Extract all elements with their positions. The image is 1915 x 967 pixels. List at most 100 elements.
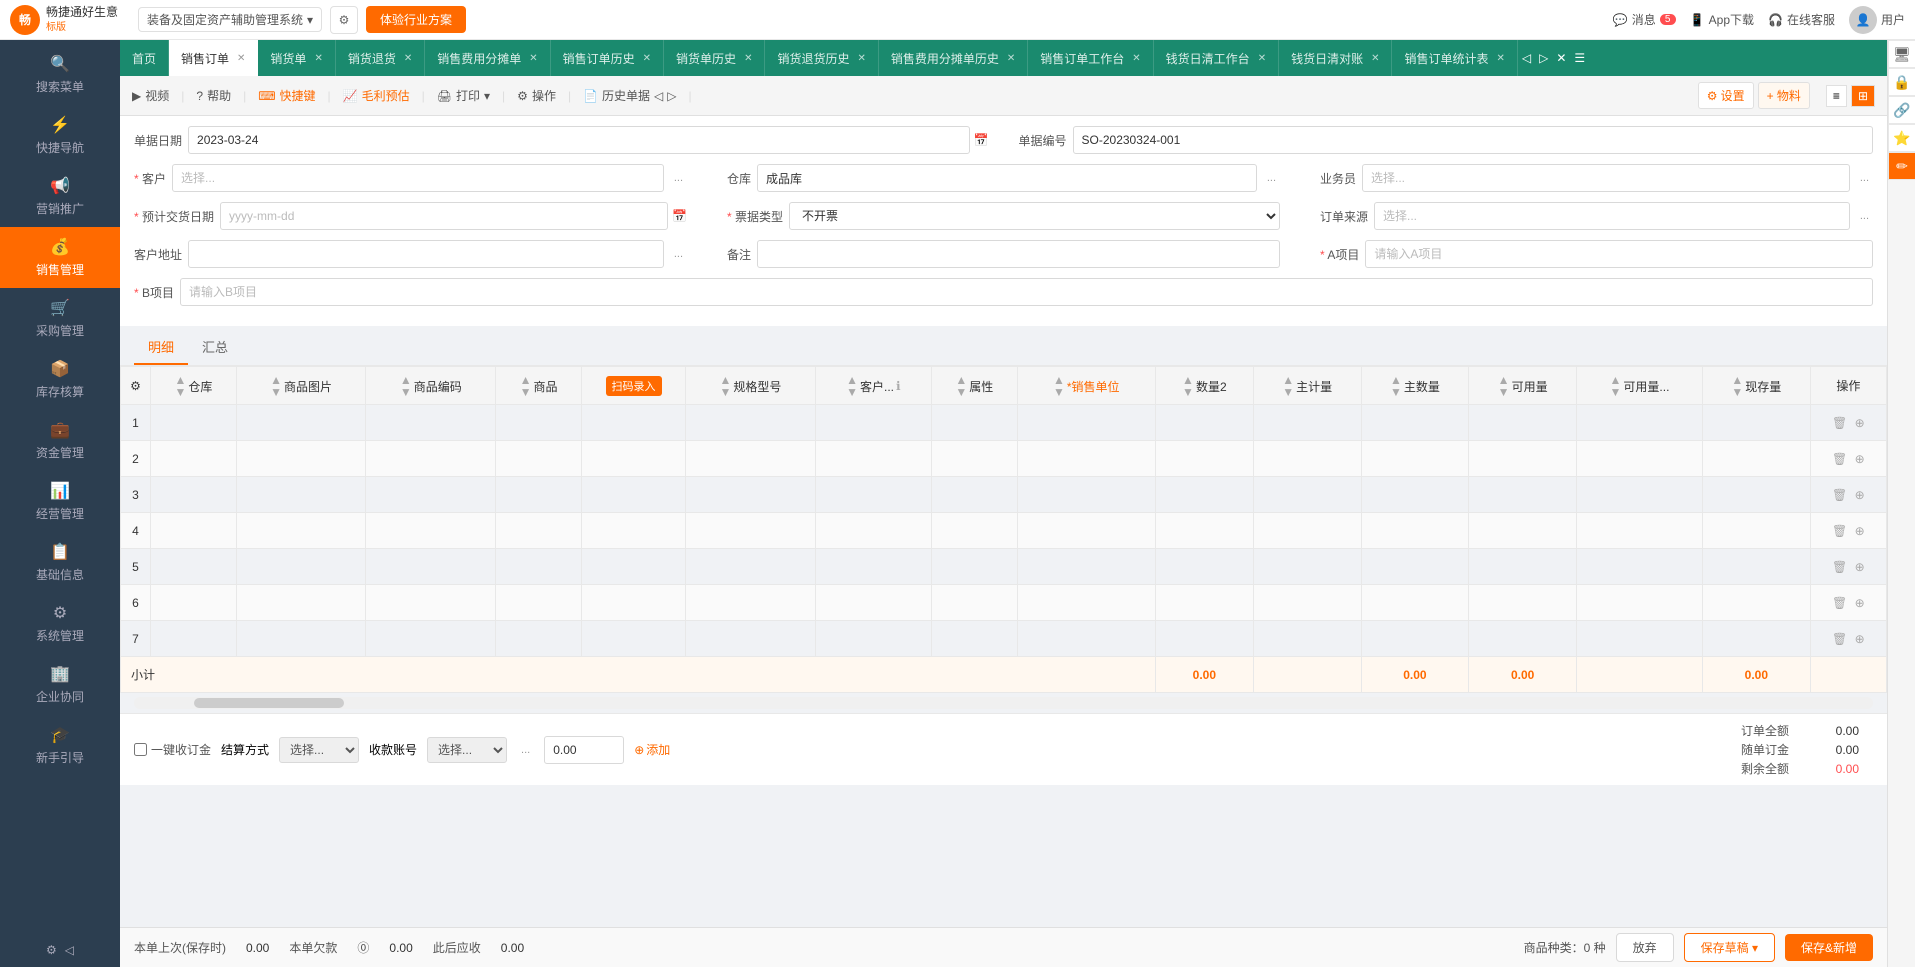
row-available-qty[interactable] xyxy=(1469,585,1577,621)
row-product-image[interactable] xyxy=(236,549,366,585)
sidebar-item-inventory[interactable]: 📦 库存核算 xyxy=(0,349,120,410)
right-icon-4[interactable]: ⭐ xyxy=(1888,124,1915,152)
tab-close-icon[interactable]: ✕ xyxy=(237,53,245,64)
copy-icon[interactable]: ⊕ xyxy=(1855,416,1865,430)
account-select[interactable]: 选择... xyxy=(427,737,507,763)
history-nav-left[interactable]: ◁ xyxy=(654,89,663,103)
row-qty2[interactable] xyxy=(1155,441,1253,477)
row-customer-code[interactable] xyxy=(815,441,931,477)
sidebar-item-purchase[interactable]: 🛒 采购管理 xyxy=(0,288,120,349)
row-main-unit[interactable] xyxy=(1253,549,1361,585)
delete-icon[interactable]: 🗑 xyxy=(1832,524,1847,538)
row-available-qty[interactable] xyxy=(1469,513,1577,549)
row-product[interactable] xyxy=(496,621,582,657)
th-settings[interactable]: ⚙ xyxy=(121,367,151,405)
order-source-more-icon[interactable]: ... xyxy=(1856,210,1873,222)
right-icon-3[interactable]: 🔗 xyxy=(1888,96,1915,124)
row-attribute[interactable] xyxy=(931,441,1017,477)
row-product-image[interactable] xyxy=(236,477,366,513)
message-icon[interactable]: 💬 消息 5 xyxy=(1613,11,1676,28)
system-selector[interactable]: 装备及固定资产辅助管理系统 ▾ xyxy=(138,7,322,32)
b-project-input[interactable] xyxy=(180,278,1873,306)
add-button[interactable]: ⊕ 添加 xyxy=(634,741,670,758)
tab-sales-return-history[interactable]: 销货退货历史 ✕ xyxy=(765,40,878,76)
th-main-qty[interactable]: ▲▼ 主数量 xyxy=(1361,367,1469,405)
settings-icon[interactable]: ⚙ xyxy=(330,6,358,34)
delete-icon[interactable]: 🗑 xyxy=(1832,632,1847,646)
row-main-unit[interactable] xyxy=(1253,477,1361,513)
th-spec[interactable]: ▲▼ 规格型号 xyxy=(686,367,816,405)
order-source-input[interactable] xyxy=(1374,202,1850,230)
delete-icon[interactable]: 🗑 xyxy=(1832,488,1847,502)
row-warehouse[interactable] xyxy=(151,405,237,441)
detail-tab-detail[interactable]: 明细 xyxy=(134,330,188,365)
tab-close-all[interactable]: ✕ xyxy=(1552,51,1570,65)
sidebar-item-marketing[interactable]: 📢 营销推广 xyxy=(0,166,120,227)
row-available-more[interactable] xyxy=(1576,441,1702,477)
row-available-qty[interactable] xyxy=(1469,549,1577,585)
row-qty2[interactable] xyxy=(1155,513,1253,549)
delete-icon[interactable]: 🗑 xyxy=(1832,560,1847,574)
pay-method-select[interactable]: 选择... xyxy=(279,737,359,763)
account-more-icon[interactable]: ... xyxy=(517,744,534,756)
copy-icon[interactable]: ⊕ xyxy=(1855,632,1865,646)
quick-order-input[interactable] xyxy=(134,743,147,756)
row-available-qty[interactable] xyxy=(1469,621,1577,657)
row-product-code[interactable] xyxy=(366,477,496,513)
horizontal-scrollbar[interactable] xyxy=(134,697,1873,709)
row-current-qty[interactable] xyxy=(1703,441,1811,477)
th-qty2[interactable]: ▲▼ 数量2 xyxy=(1155,367,1253,405)
tab-sales-bill-history[interactable]: 销货单历史 ✕ xyxy=(664,40,765,76)
th-scan[interactable]: 扫码录入 xyxy=(581,367,685,405)
th-sales-unit[interactable]: ▲▼ *销售单位 xyxy=(1017,367,1155,405)
tab-close-icon[interactable]: ✕ xyxy=(643,53,651,64)
row-available-more[interactable] xyxy=(1576,405,1702,441)
row-sales-unit[interactable] xyxy=(1017,441,1155,477)
row-customer-code[interactable] xyxy=(815,513,931,549)
sidebar-item-finance[interactable]: 💼 资金管理 xyxy=(0,410,120,471)
tab-close-icon[interactable]: ✕ xyxy=(857,53,865,64)
tab-close-icon[interactable]: ✕ xyxy=(1258,53,1266,64)
row-product-image[interactable] xyxy=(236,441,366,477)
row-sales-unit[interactable] xyxy=(1017,549,1155,585)
th-current-qty[interactable]: ▲▼ 现存量 xyxy=(1703,367,1811,405)
row-qty2[interactable] xyxy=(1155,585,1253,621)
row-sales-unit[interactable] xyxy=(1017,405,1155,441)
row-customer-code[interactable] xyxy=(815,621,931,657)
row-main-unit[interactable] xyxy=(1253,405,1361,441)
row-main-qty[interactable] xyxy=(1361,585,1469,621)
tab-close-icon[interactable]: ✕ xyxy=(1371,53,1379,64)
industry-button[interactable]: 体验行业方案 xyxy=(366,6,466,33)
print-toolbar-item[interactable]: 🖨 打印 ▾ xyxy=(437,87,490,104)
row-available-qty[interactable] xyxy=(1469,441,1577,477)
copy-icon[interactable]: ⊕ xyxy=(1855,560,1865,574)
delivery-calendar-icon[interactable]: 📅 xyxy=(672,209,687,223)
row-main-unit[interactable] xyxy=(1253,441,1361,477)
row-warehouse[interactable] xyxy=(151,549,237,585)
user-icon[interactable]: 👤 用户 xyxy=(1849,6,1905,34)
tab-close-icon[interactable]: ✕ xyxy=(1132,53,1140,64)
app-download-icon[interactable]: 📱 App下载 xyxy=(1690,11,1754,28)
copy-icon[interactable]: ⊕ xyxy=(1855,452,1865,466)
tab-sales-workbench[interactable]: 销售订单工作台 ✕ xyxy=(1028,40,1153,76)
copy-icon[interactable]: ⊕ xyxy=(1855,596,1865,610)
row-current-qty[interactable] xyxy=(1703,405,1811,441)
right-icon-5[interactable]: ✏ xyxy=(1888,152,1915,180)
row-main-qty[interactable] xyxy=(1361,477,1469,513)
row-product-code[interactable] xyxy=(366,549,496,585)
row-product[interactable] xyxy=(496,513,582,549)
amount-input[interactable] xyxy=(544,736,624,764)
row-main-qty[interactable] xyxy=(1361,441,1469,477)
row-current-qty[interactable] xyxy=(1703,549,1811,585)
row-product-code[interactable] xyxy=(366,441,496,477)
save-new-button[interactable]: 保存&新增 xyxy=(1785,934,1873,961)
row-main-unit[interactable] xyxy=(1253,585,1361,621)
row-available-more[interactable] xyxy=(1576,477,1702,513)
sidebar-item-quick-nav[interactable]: ⚡ 快捷导航 xyxy=(0,105,120,166)
row-product[interactable] xyxy=(496,441,582,477)
row-available-qty[interactable] xyxy=(1469,477,1577,513)
tab-close-icon[interactable]: ✕ xyxy=(1497,53,1505,64)
row-available-more[interactable] xyxy=(1576,549,1702,585)
row-sales-unit[interactable] xyxy=(1017,513,1155,549)
th-attribute[interactable]: ▲▼ 属性 xyxy=(931,367,1017,405)
